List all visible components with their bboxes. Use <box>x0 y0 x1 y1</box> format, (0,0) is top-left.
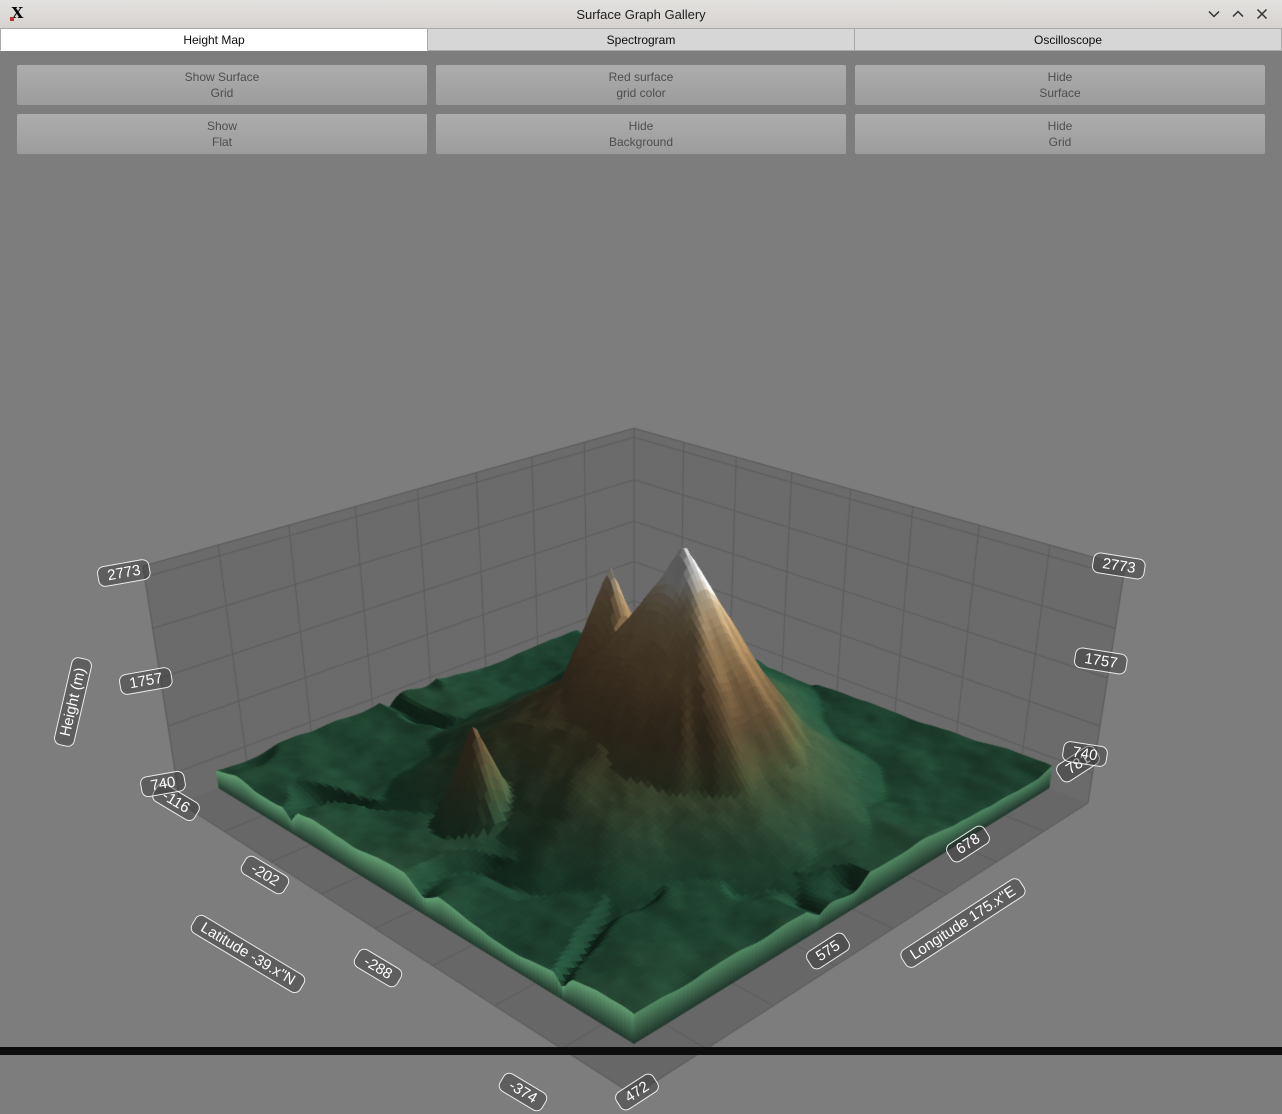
window-title: Surface Graph Gallery <box>0 7 1282 22</box>
button-label: Background <box>436 134 846 150</box>
tab-height-map[interactable]: Height Map <box>0 28 428 51</box>
show-surface-grid-button[interactable]: Show Surface Grid <box>16 64 428 106</box>
button-label: grid color <box>436 85 846 101</box>
tab-oscilloscope[interactable]: Oscilloscope <box>855 28 1282 51</box>
surface-grid-color-button[interactable]: Red surface grid color <box>435 64 847 106</box>
chevron-up-icon <box>1232 10 1244 18</box>
tab-spectrogram[interactable]: Spectrogram <box>428 28 855 51</box>
hide-surface-button[interactable]: Hide Surface <box>854 64 1266 106</box>
button-label: Surface <box>855 85 1265 101</box>
close-icon <box>1256 8 1268 20</box>
titlebar: X Surface Graph Gallery <box>0 0 1282 29</box>
window-controls <box>1202 0 1274 28</box>
button-label: Hide <box>436 118 846 134</box>
control-button-grid: Show Surface Grid Red surface grid color… <box>16 64 1266 155</box>
button-label: Grid <box>17 85 427 101</box>
button-label: Grid <box>855 134 1265 150</box>
button-label: Hide <box>855 69 1265 85</box>
button-label: Flat <box>17 134 427 150</box>
height-map-pane: Show Surface Grid Red surface grid color… <box>0 51 1282 1055</box>
tab-bar: Height Map Spectrogram Oscilloscope <box>0 28 1282 51</box>
surface-3d-plot[interactable] <box>0 211 1282 1106</box>
hide-grid-button[interactable]: Hide Grid <box>854 113 1266 155</box>
button-label: Show Surface <box>17 69 427 85</box>
chevron-down-icon <box>1208 10 1220 18</box>
bottom-screen-strip <box>0 1047 1282 1055</box>
minimize-button[interactable] <box>1202 2 1226 26</box>
button-label: Show <box>17 118 427 134</box>
maximize-button[interactable] <box>1226 2 1250 26</box>
show-flat-button[interactable]: Show Flat <box>16 113 428 155</box>
x11-app-icon: X <box>9 5 26 22</box>
close-button[interactable] <box>1250 2 1274 26</box>
button-label: Hide <box>855 118 1265 134</box>
hide-background-button[interactable]: Hide Background <box>435 113 847 155</box>
surface-3d-chart: -116-202-288-374781678575472277327731757… <box>0 211 1282 1106</box>
button-label: Red surface <box>436 69 846 85</box>
